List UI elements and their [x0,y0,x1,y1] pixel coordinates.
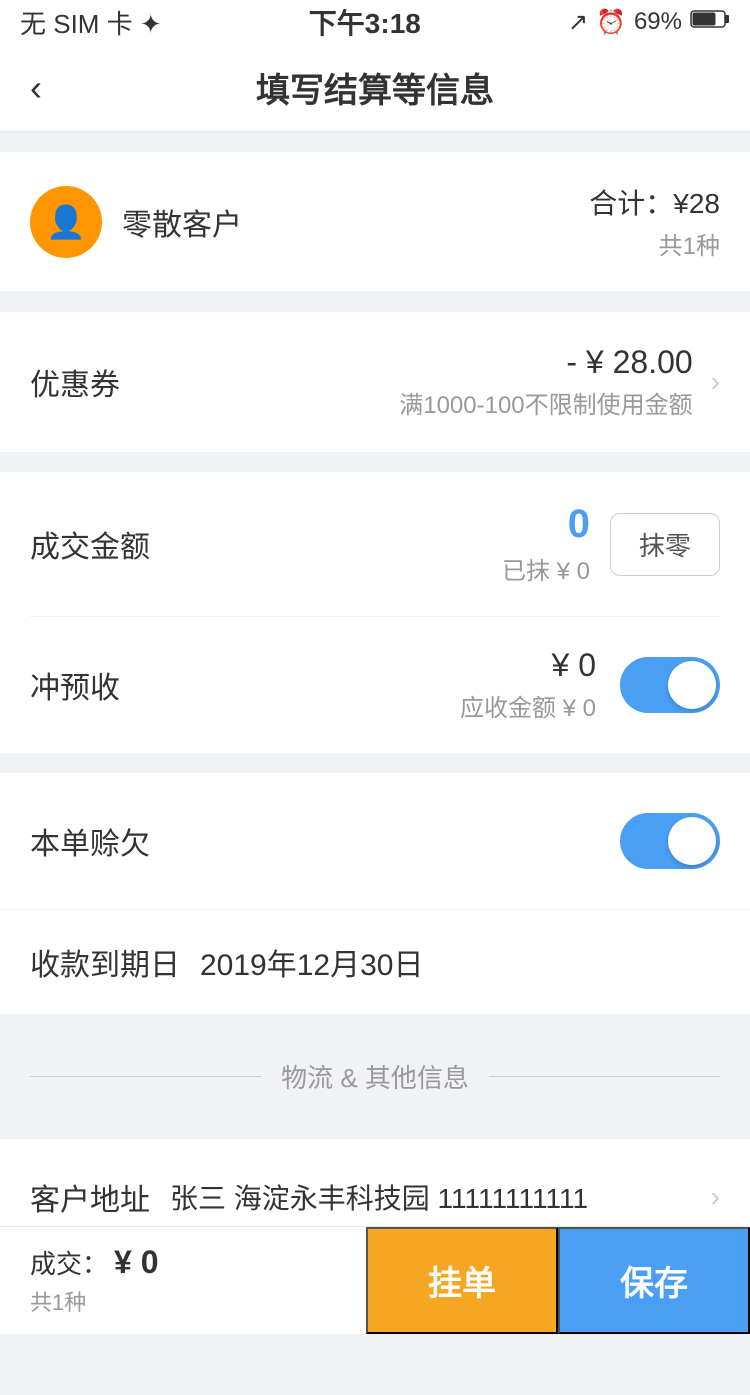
address-value: 张三 海淀永丰科技园 11111111111 [170,1177,703,1217]
logistics-label: 物流 & 其他信息 [261,1058,489,1095]
save-button[interactable]: 保存 [558,1227,750,1334]
credit-row: 本单赊欠 [0,773,750,909]
bottom-info: 成交： ¥ 0 共1种 [0,1227,366,1334]
due-date-row: 收款到期日 2019年12月30日 [0,909,750,1014]
prepay-col: ¥ 0 应收金额 ¥ 0 [460,647,596,723]
pending-button[interactable]: 挂单 [366,1227,558,1334]
due-date-label: 收款到期日 [30,940,180,984]
prepay-toggle[interactable] [620,657,720,713]
customer-total: 合计：¥28 [589,182,720,222]
bottom-bar: 成交： ¥ 0 共1种 挂单 保存 [0,1226,750,1334]
battery-icon [690,8,730,37]
due-date-value[interactable]: 2019年12月30日 [200,940,423,984]
status-time: 下午3:18 [309,2,421,42]
logistics-divider-right [489,1076,720,1077]
status-left: 无 SIM 卡 ✦ [20,4,162,41]
coupon-desc: 满1000-100不限制使用金额 [399,385,692,420]
toggle-circle [668,661,716,709]
nav-bar: ‹ 填写结算等信息 [0,44,750,132]
amount-section: 成交金额 0 已抹 ¥ 0 抹零 冲预收 ¥ 0 应收金额 ¥ 0 [0,472,750,753]
status-right: ↗ ⏰ 69% [568,8,730,37]
credit-toggle-circle [668,817,716,865]
prepay-right: ¥ 0 应收金额 ¥ 0 [460,647,720,723]
alarm-icon: ⏰ [596,8,626,37]
amount-value[interactable]: 0 [502,502,590,547]
customer-avatar: 👤 [30,186,102,258]
address-label: 客户地址 [30,1175,150,1219]
round-button[interactable]: 抹零 [610,513,720,576]
coupon-row[interactable]: 优惠券 - ¥ 28.00 满1000-100不限制使用金额 › [0,311,750,452]
coupon-right-col: - ¥ 28.00 满1000-100不限制使用金额 [399,344,692,420]
prepay-sub-label: 应收金额 ¥ 0 [460,688,596,723]
coupon-right: - ¥ 28.00 满1000-100不限制使用金额 › [399,344,720,420]
amount-right: 0 已抹 ¥ 0 抹零 [502,502,720,586]
direction-icon: ↗ [568,8,588,37]
credit-section: 本单赊欠 收款到期日 2019年12月30日 [0,773,750,1014]
bottom-count: 共1种 [30,1285,336,1317]
sim-status: 无 SIM 卡 ✦ [20,4,162,41]
address-chevron-icon: › [711,1181,720,1213]
credit-label: 本单赊欠 [30,819,150,863]
prepay-row: 冲预收 ¥ 0 应收金额 ¥ 0 [30,617,720,753]
back-button[interactable]: ‹ [30,67,42,109]
prepay-label: 冲预收 [30,663,120,707]
customer-left: 👤 零散客户 [30,186,242,258]
customer-count: 共1种 [589,226,720,261]
customer-row: 👤 零散客户 合计：¥28 共1种 [0,152,750,291]
status-bar: 无 SIM 卡 ✦ 下午3:18 ↗ ⏰ 69% [0,0,750,44]
coupon-discount: - ¥ 28.00 [399,344,692,381]
coupon-label: 优惠券 [30,360,120,404]
prepay-value: ¥ 0 [460,647,596,684]
bottom-deal-amount: ¥ 0 [114,1244,158,1281]
logistics-header: 物流 & 其他信息 [0,1034,750,1119]
rounded-label: 已抹 ¥ 0 [502,551,590,586]
coupon-section: 优惠券 - ¥ 28.00 满1000-100不限制使用金额 › [0,311,750,452]
main-content: 👤 零散客户 合计：¥28 共1种 优惠券 - ¥ 28.00 满1000-10… [0,152,750,1395]
amount-label: 成交金额 [30,522,150,566]
logistics-section: 物流 & 其他信息 [0,1034,750,1119]
avatar-icon: 👤 [46,203,86,241]
customer-right: 合计：¥28 共1种 [589,182,720,261]
customer-section: 👤 零散客户 合计：¥28 共1种 [0,152,750,291]
customer-name: 零散客户 [122,200,242,244]
transaction-amount-row: 成交金额 0 已抹 ¥ 0 抹零 [30,472,720,617]
battery-level: 69% [634,8,682,36]
page-title: 填写结算等信息 [256,63,494,112]
logistics-divider-left [30,1076,261,1077]
chevron-right-icon: › [711,366,720,398]
amount-col: 0 已抹 ¥ 0 [502,502,590,586]
credit-toggle[interactable] [620,813,720,869]
bottom-deal-label: 成交： [30,1244,108,1281]
bottom-deal-row: 成交： ¥ 0 [30,1244,336,1281]
